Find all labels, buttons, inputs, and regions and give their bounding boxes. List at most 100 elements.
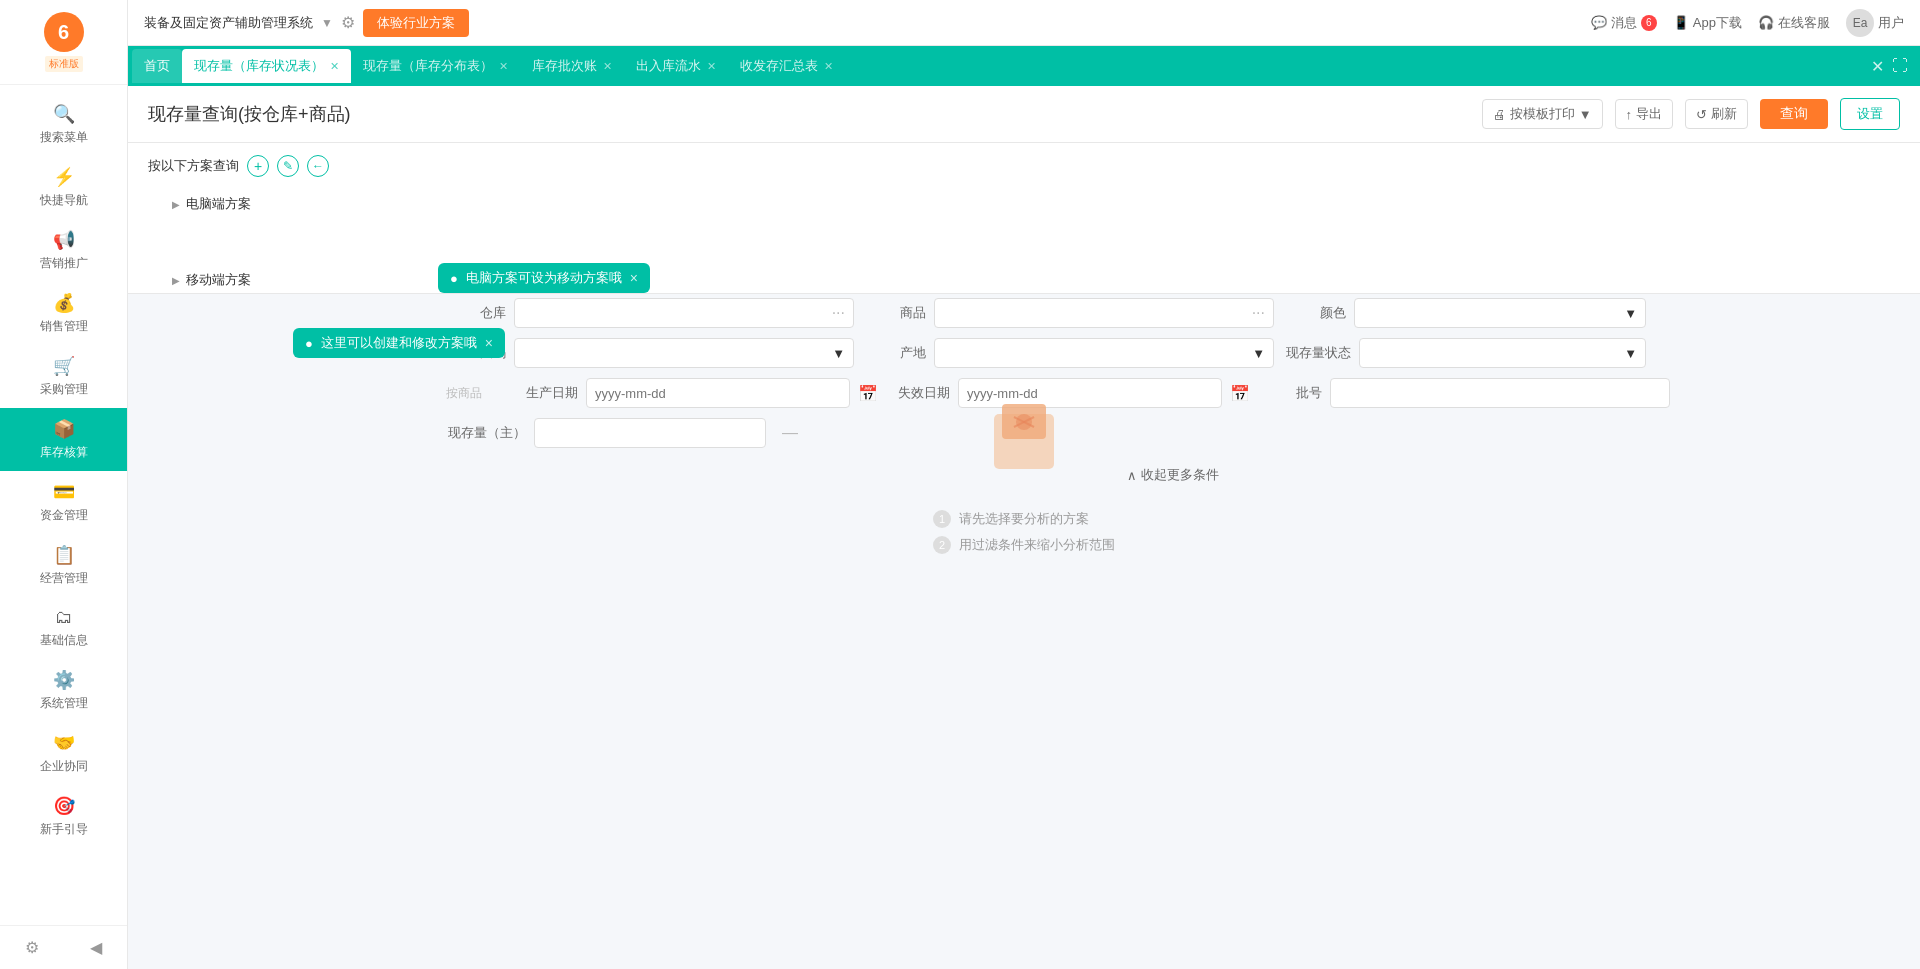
print-icon: 🖨	[1493, 107, 1506, 122]
origin-select[interactable]: ▼	[934, 338, 1274, 368]
system-name: 装备及固定资产辅助管理系统	[144, 14, 313, 32]
sidebar-item-finance[interactable]: 💳 资金管理	[0, 471, 127, 534]
close-all-tabs-btn[interactable]: ✕	[1871, 57, 1884, 76]
tab-close-inventory-status[interactable]: ✕	[330, 60, 339, 73]
sidebar-item-inventory[interactable]: 📦 库存核算	[0, 408, 127, 471]
tooltip1-close-btn[interactable]: ×	[630, 270, 638, 286]
batch-input[interactable]	[1330, 378, 1670, 408]
user-btn[interactable]: Ea 用户	[1846, 9, 1904, 37]
size-select[interactable]: ▼	[514, 338, 854, 368]
scheme-item-mobile[interactable]: ▶ 移动端方案	[172, 267, 1900, 293]
color-select[interactable]: ▼	[1354, 298, 1646, 328]
product-dots[interactable]: ···	[1252, 304, 1265, 322]
product-input[interactable]: ···	[934, 298, 1274, 328]
header-left: 装备及固定资产辅助管理系统 ▼ ⚙ 体验行业方案	[144, 9, 469, 37]
sidebar-item-guide[interactable]: 🎯 新手引导	[0, 785, 127, 848]
filter-field-batch: 批号	[1262, 378, 1670, 408]
pc-scheme-arrow: ▶	[172, 199, 180, 210]
tab-inventory-dist[interactable]: 现存量（库存分布表） ✕	[351, 49, 520, 83]
scheme-item-pc[interactable]: ▶ 电脑端方案	[172, 191, 1900, 217]
filter-row-3: 按商品 生产日期 📅 失效日期 📅 批号	[446, 378, 1900, 408]
query-btn[interactable]: 查询	[1760, 99, 1828, 129]
filter-back-btn[interactable]: ←	[307, 155, 329, 177]
inventory-status-select[interactable]: ▼	[1359, 338, 1646, 368]
filter-add-btn[interactable]: +	[247, 155, 269, 177]
tab-close-in-out[interactable]: ✕	[707, 60, 716, 73]
origin-dropdown-icon: ▼	[1252, 346, 1265, 361]
guide-icon: 🎯	[53, 795, 75, 817]
tooltip1-dot: ●	[450, 271, 458, 286]
service-icon: 🎧	[1758, 15, 1774, 30]
sidebar-item-enterprise[interactable]: 🤝 企业协同	[0, 722, 127, 785]
header-gear-btn[interactable]: ⚙	[341, 13, 355, 32]
production-date-calendar-icon[interactable]: 📅	[858, 384, 878, 403]
empty-tips: 1 请先选择要分析的方案 2 用过滤条件来缩小分析范围	[933, 510, 1115, 554]
tooltip2-dot: ●	[305, 336, 313, 351]
by-product-divider-label: 按商品	[446, 385, 482, 402]
color-label: 颜色	[1286, 304, 1346, 322]
scheme-list: ▶ 电脑端方案 ● 这里可以创建和修改方案哦 × ▶ 移动端方案	[148, 187, 1900, 293]
online-service-btn[interactable]: 🎧 在线客服	[1758, 14, 1830, 32]
page-header: 现存量查询(按仓库+商品) 🖨 按模板打印 ▼ ↑ 导出 ↺ 刷新 查询 设置	[128, 86, 1920, 143]
header-dropdown-icon[interactable]: ▼	[321, 16, 333, 30]
top-header: 装备及固定资产辅助管理系统 ▼ ⚙ 体验行业方案 💬 消息 6 📱 App下载 …	[128, 0, 1920, 46]
tab-bar: 首页 现存量（库存状况表） ✕ 现存量（库存分布表） ✕ 库存批次账 ✕ 出入库…	[128, 46, 1920, 86]
tab-batch[interactable]: 库存批次账 ✕	[520, 49, 624, 83]
sidebar-logo: 6 标准版	[0, 0, 127, 85]
export-btn[interactable]: ↑ 导出	[1615, 99, 1674, 129]
fullscreen-btn[interactable]: ⛶	[1892, 57, 1908, 75]
tooltip2-close-btn[interactable]: ×	[485, 335, 493, 351]
filter-row-4: 现存量（主） —	[446, 418, 1900, 448]
sales-icon: 💰	[53, 292, 75, 314]
expiry-date-calendar-icon[interactable]: 📅	[1230, 384, 1250, 403]
quick-icon: ⚡	[53, 166, 75, 188]
tab-home[interactable]: 首页	[132, 49, 182, 83]
production-date-label: 生产日期	[518, 384, 578, 402]
tab-bar-actions: ✕ ⛶	[1871, 57, 1916, 76]
collapse-icon: ∧	[1127, 468, 1137, 483]
sidebar: 6 标准版 🔍 搜索菜单 ⚡ 快捷导航 📢 营销推广 💰 销售管理 🛒 采购管理…	[0, 0, 128, 969]
sidebar-item-basic[interactable]: 🗂 基础信息	[0, 597, 127, 659]
tooltip-create-scheme: ● 这里可以创建和修改方案哦 ×	[293, 328, 505, 358]
warehouse-dots[interactable]: ···	[832, 304, 845, 322]
settings-footer-btn[interactable]: ⚙	[25, 938, 39, 957]
app-download-btn[interactable]: 📱 App下载	[1673, 14, 1742, 32]
tab-inventory-status[interactable]: 现存量（库存状况表） ✕	[182, 49, 351, 83]
filter-field-origin: 产地 ▼	[866, 338, 1274, 368]
app-icon: 📱	[1673, 15, 1689, 30]
empty-tip-1: 1 请先选择要分析的方案	[933, 510, 1115, 528]
message-btn[interactable]: 💬 消息 6	[1591, 14, 1657, 32]
sidebar-item-sales[interactable]: 💰 销售管理	[0, 282, 127, 345]
filter-edit-btn[interactable]: ✎	[277, 155, 299, 177]
refresh-icon: ↺	[1696, 107, 1707, 122]
tab-close-receive[interactable]: ✕	[824, 60, 833, 73]
filter-field-inventory-status: 现存量状态 ▼	[1286, 338, 1646, 368]
sidebar-item-purchase[interactable]: 🛒 采购管理	[0, 345, 127, 408]
experience-btn[interactable]: 体验行业方案	[363, 9, 469, 37]
warehouse-input[interactable]: ···	[514, 298, 854, 328]
collapse-filter-btn[interactable]: ∧ 收起更多条件	[446, 458, 1900, 492]
current-qty-label: 现存量（主）	[446, 424, 526, 442]
origin-label: 产地	[866, 344, 926, 362]
collapse-sidebar-btn[interactable]: ◀	[90, 938, 102, 957]
tab-close-batch[interactable]: ✕	[603, 60, 612, 73]
production-date-input[interactable]	[586, 378, 850, 408]
sidebar-item-search[interactable]: 🔍 搜索菜单	[0, 93, 127, 156]
sidebar-item-management[interactable]: 📋 经营管理	[0, 534, 127, 597]
export-icon: ↑	[1626, 107, 1633, 122]
tab-in-out[interactable]: 出入库流水 ✕	[624, 49, 728, 83]
refresh-btn[interactable]: ↺ 刷新	[1685, 99, 1748, 129]
settings-btn[interactable]: 设置	[1840, 98, 1900, 130]
inventory-status-dropdown-icon: ▼	[1624, 346, 1637, 361]
print-btn[interactable]: 🖨 按模板打印 ▼	[1482, 99, 1603, 129]
tab-receive[interactable]: 收发存汇总表 ✕	[728, 49, 845, 83]
sidebar-item-marketing[interactable]: 📢 营销推广	[0, 219, 127, 282]
print-dropdown-icon: ▼	[1579, 107, 1592, 122]
page-actions: 🖨 按模板打印 ▼ ↑ 导出 ↺ 刷新 查询 设置	[1482, 98, 1900, 130]
filter-field-product: 商品 ···	[866, 298, 1274, 328]
batch-label: 批号	[1262, 384, 1322, 402]
sidebar-item-quick[interactable]: ⚡ 快捷导航	[0, 156, 127, 219]
tab-close-inventory-dist[interactable]: ✕	[499, 60, 508, 73]
sidebar-item-system[interactable]: ⚙️ 系统管理	[0, 659, 127, 722]
current-qty-from-input[interactable]	[534, 418, 766, 448]
